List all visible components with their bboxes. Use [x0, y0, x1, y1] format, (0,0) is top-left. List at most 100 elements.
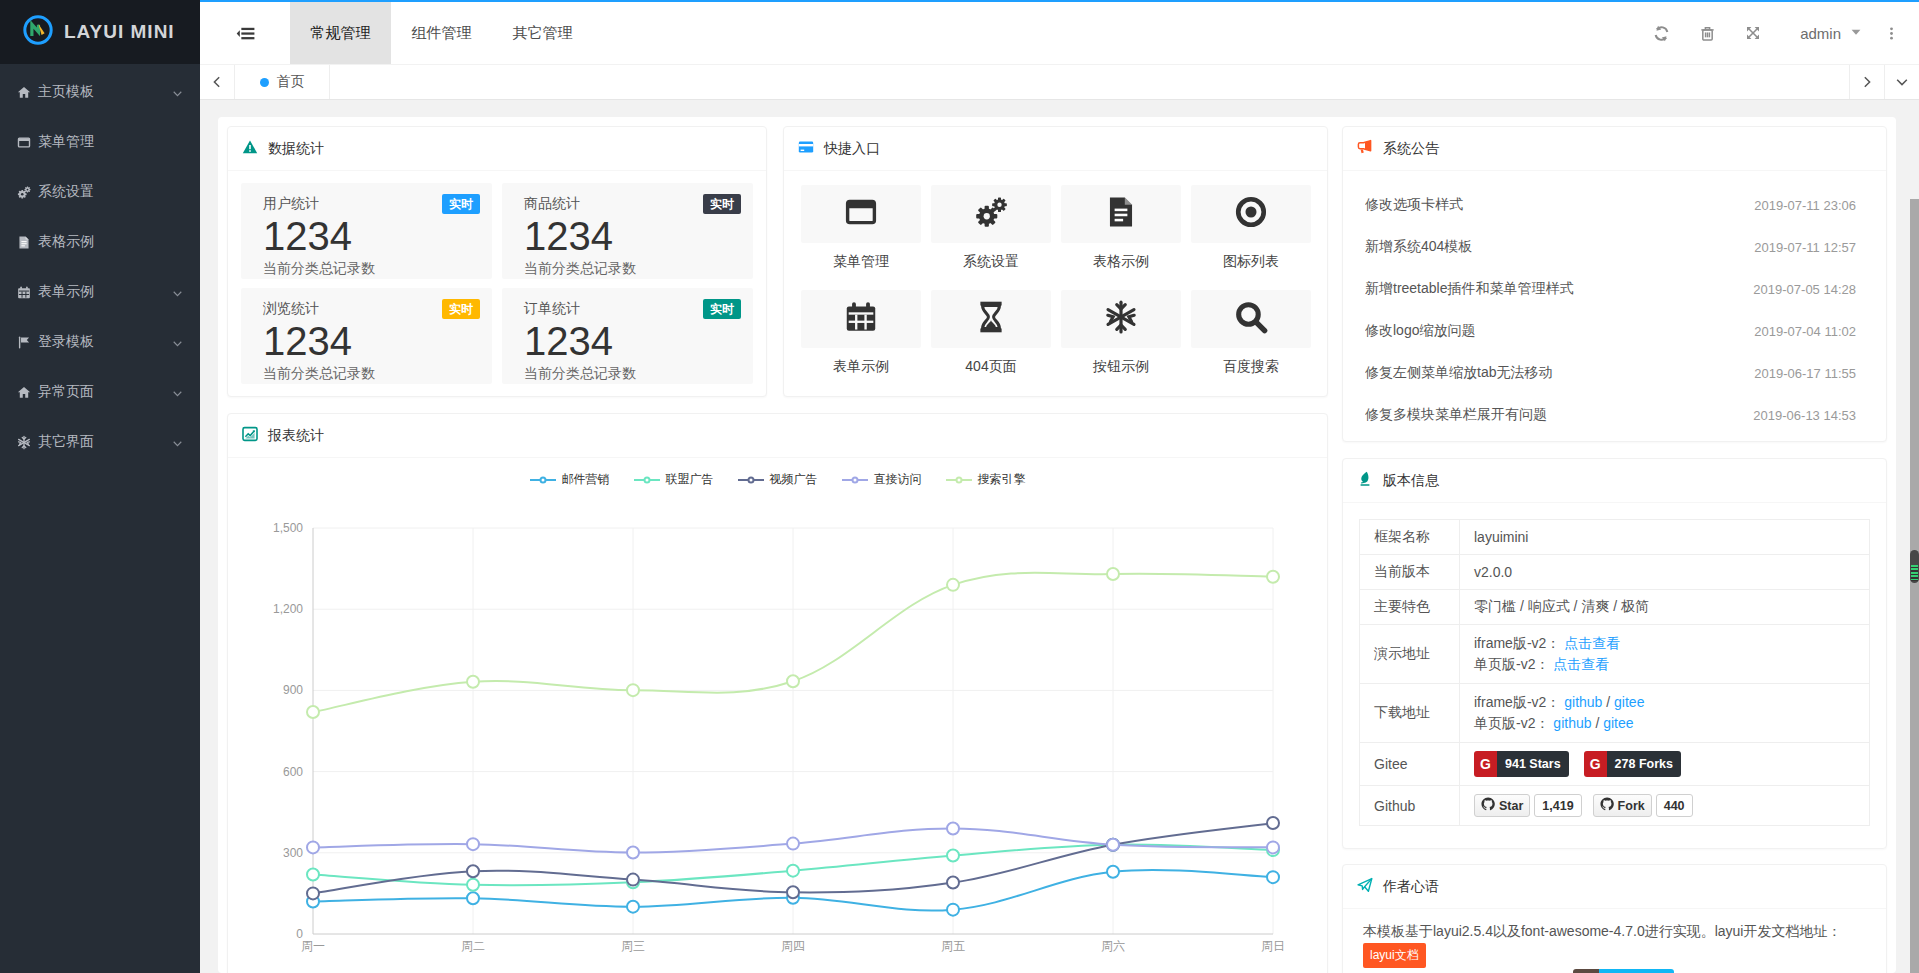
announcement-row[interactable]: 修改logo缩放问题2019-07-04 11:02 [1343, 310, 1886, 352]
tabs-scroll-right-button[interactable] [1849, 65, 1884, 99]
version-row-主要特色: 主要特色零门槛 / 响应式 / 清爽 / 极简 [1360, 590, 1870, 625]
sidebar-item-系统设置[interactable]: 系统设置 [0, 167, 200, 217]
realtime-badge: 实时 [703, 194, 741, 214]
refresh-button[interactable] [1638, 25, 1684, 42]
shortcut-图标列表[interactable]: 图标列表 [1191, 185, 1311, 280]
clear-cache-button[interactable] [1684, 25, 1730, 42]
search-icon [1234, 300, 1268, 338]
collapse-menu-button[interactable] [200, 2, 290, 64]
chevron-down-icon [172, 436, 184, 448]
tabs-menu-button[interactable] [1884, 65, 1919, 99]
github-Fork-count[interactable]: 440 [1656, 794, 1693, 817]
shortcut-按钮示例[interactable]: 按钮示例 [1061, 290, 1181, 385]
shortcut-菜单管理[interactable]: 菜单管理 [801, 185, 921, 280]
chevron-down-icon [172, 286, 184, 298]
announcement-row[interactable]: 修改选项卡样式2019-07-11 23:06 [1343, 184, 1886, 226]
svg-text:周三: 周三 [621, 939, 645, 953]
calendar-icon [844, 300, 878, 338]
sidebar-item-其它界面[interactable]: 其它界面 [0, 417, 200, 467]
link-github[interactable]: github [1553, 715, 1591, 731]
tab-home-label: 首页 [277, 73, 305, 91]
home-icon [17, 85, 31, 100]
stat-box-订单统计: 订单统计 1234 当前分类总记录数 实时 [502, 288, 753, 384]
card-data-statistics: 数据统计 用户统计 1234 当前分类总记录数 实时商品统计 1234 当前分类… [227, 126, 767, 397]
link-github[interactable]: github [1564, 694, 1602, 710]
chevron-down-icon [172, 336, 184, 348]
header-tab-其它管理[interactable]: 其它管理 [492, 2, 593, 64]
chevron-down-icon [172, 386, 184, 398]
link-点击查看[interactable]: 点击查看 [1564, 635, 1620, 651]
github-Fork-button[interactable]: Fork [1593, 794, 1652, 817]
page-tabs-bar: 首页 [200, 65, 1919, 100]
link-点击查看[interactable]: 点击查看 [1553, 656, 1609, 672]
version-row-当前版本: 当前版本v2.0.0 [1360, 555, 1870, 590]
gears-icon [974, 195, 1008, 233]
sidebar-item-表格示例[interactable]: 表格示例 [0, 217, 200, 267]
tabs-scroll-left-button[interactable] [200, 65, 235, 99]
stat-value: 1234 [524, 319, 741, 364]
scrollbar-thumb[interactable] [1910, 550, 1919, 583]
gitee-badge[interactable]: G278 Forks [1584, 751, 1681, 777]
line-chart-icon [242, 426, 258, 445]
snowflake-icon [1104, 300, 1138, 338]
join-qq-badge[interactable]: 加入QQ群 [1573, 969, 1674, 973]
more-button[interactable] [1879, 26, 1903, 41]
realtime-badge: 实时 [442, 194, 480, 214]
fullscreen-button[interactable] [1730, 25, 1776, 41]
github-icon [1481, 797, 1495, 814]
window-icon [17, 135, 31, 150]
sidebar-item-异常页面[interactable]: 异常页面 [0, 367, 200, 417]
svg-text:600: 600 [283, 765, 303, 779]
author-line1: 本模板基于layui2.5.4以及font-awesome-4.7.0进行实现。… [1363, 921, 1866, 942]
shortcut-系统设置[interactable]: 系统设置 [931, 185, 1051, 280]
card-version-info: 版本信息 框架名称layuimini当前版本v2.0.0主要特色零门槛 / 响应… [1342, 458, 1887, 849]
home-icon [17, 385, 31, 400]
window-icon [844, 195, 878, 233]
announcement-row[interactable]: 修复多模块菜单栏展开有问题2019-06-13 14:53 [1343, 394, 1886, 436]
svg-text:周六: 周六 [1101, 939, 1125, 953]
page: LAYUI MINI 主页模板 菜单管理 系统设置 表格示例 表单示例 登录模板… [0, 0, 1919, 973]
sidebar-menu: 主页模板 菜单管理 系统设置 表格示例 表单示例 登录模板 异常页面 其它界面 [0, 64, 200, 467]
header-tab-常规管理[interactable]: 常规管理 [290, 2, 391, 64]
version-row-框架名称: 框架名称layuimini [1360, 520, 1870, 555]
shortcut-表单示例[interactable]: 表单示例 [801, 290, 921, 385]
sidebar-item-主页模板[interactable]: 主页模板 [0, 67, 200, 117]
gitee-badge[interactable]: G941 Stars [1474, 751, 1569, 777]
github-Star-count[interactable]: 1,419 [1534, 794, 1581, 817]
layui-doc-badge[interactable]: layui文档 [1363, 943, 1426, 968]
shortcut-404页面[interactable]: 404页面 [931, 290, 1051, 385]
version-table: 框架名称layuimini当前版本v2.0.0主要特色零门槛 / 响应式 / 清… [1359, 519, 1870, 826]
header-tab-组件管理[interactable]: 组件管理 [391, 2, 492, 64]
chevron-down-icon [172, 86, 184, 98]
link-gitee[interactable]: gitee [1603, 715, 1633, 731]
realtime-badge: 实时 [442, 299, 480, 319]
file-icon [1104, 195, 1138, 233]
link-gitee[interactable]: gitee [1614, 694, 1644, 710]
hourglass-icon [974, 300, 1008, 338]
shortcut-百度搜索[interactable]: 百度搜索 [1191, 290, 1311, 385]
line-chart[interactable]: 03006009001,2001,500周一周二周三周四周五周六周日 [228, 461, 1327, 973]
sidebar-item-表单示例[interactable]: 表单示例 [0, 267, 200, 317]
github-Star-button[interactable]: Star [1474, 794, 1530, 817]
sidebar-item-菜单管理[interactable]: 菜单管理 [0, 117, 200, 167]
sidebar-item-登录模板[interactable]: 登录模板 [0, 317, 200, 367]
version-row-演示地址: 演示地址iframe版-v2： 点击查看单页版-v2： 点击查看 [1360, 625, 1870, 684]
stat-box-浏览统计: 浏览统计 1234 当前分类总记录数 实时 [241, 288, 492, 384]
svg-text:周四: 周四 [781, 939, 805, 953]
card-author-words: 作者心语 本模板基于layui2.5.4以及font-awesome-4.7.0… [1342, 864, 1887, 973]
announcement-row[interactable]: 新增treetable插件和菜单管理样式2019-07-05 14:28 [1343, 268, 1886, 310]
scrollbar[interactable] [1910, 199, 1919, 973]
logo[interactable]: LAYUI MINI [0, 0, 200, 64]
shortcut-表格示例[interactable]: 表格示例 [1061, 185, 1181, 280]
content-wrapper: 数据统计 用户统计 1234 当前分类总记录数 实时商品统计 1234 当前分类… [218, 117, 1896, 973]
card-title: 系统公告 [1383, 140, 1439, 158]
snowflake-icon [17, 435, 31, 450]
announcement-row[interactable]: 新增系统404模板2019-07-11 12:57 [1343, 226, 1886, 268]
user-menu[interactable]: admin [1776, 25, 1879, 42]
active-tab-dot-icon [260, 78, 269, 87]
tab-home[interactable]: 首页 [235, 65, 330, 99]
sidebar: LAYUI MINI 主页模板 菜单管理 系统设置 表格示例 表单示例 登录模板… [0, 0, 200, 973]
announcement-row[interactable]: 修复左侧菜单缩放tab无法移动2019-06-17 11:55 [1343, 352, 1886, 394]
header-actions: admin [1638, 2, 1919, 64]
card-system-announcements: 系统公告 修改选项卡样式2019-07-11 23:06新增系统404模板201… [1342, 126, 1887, 442]
